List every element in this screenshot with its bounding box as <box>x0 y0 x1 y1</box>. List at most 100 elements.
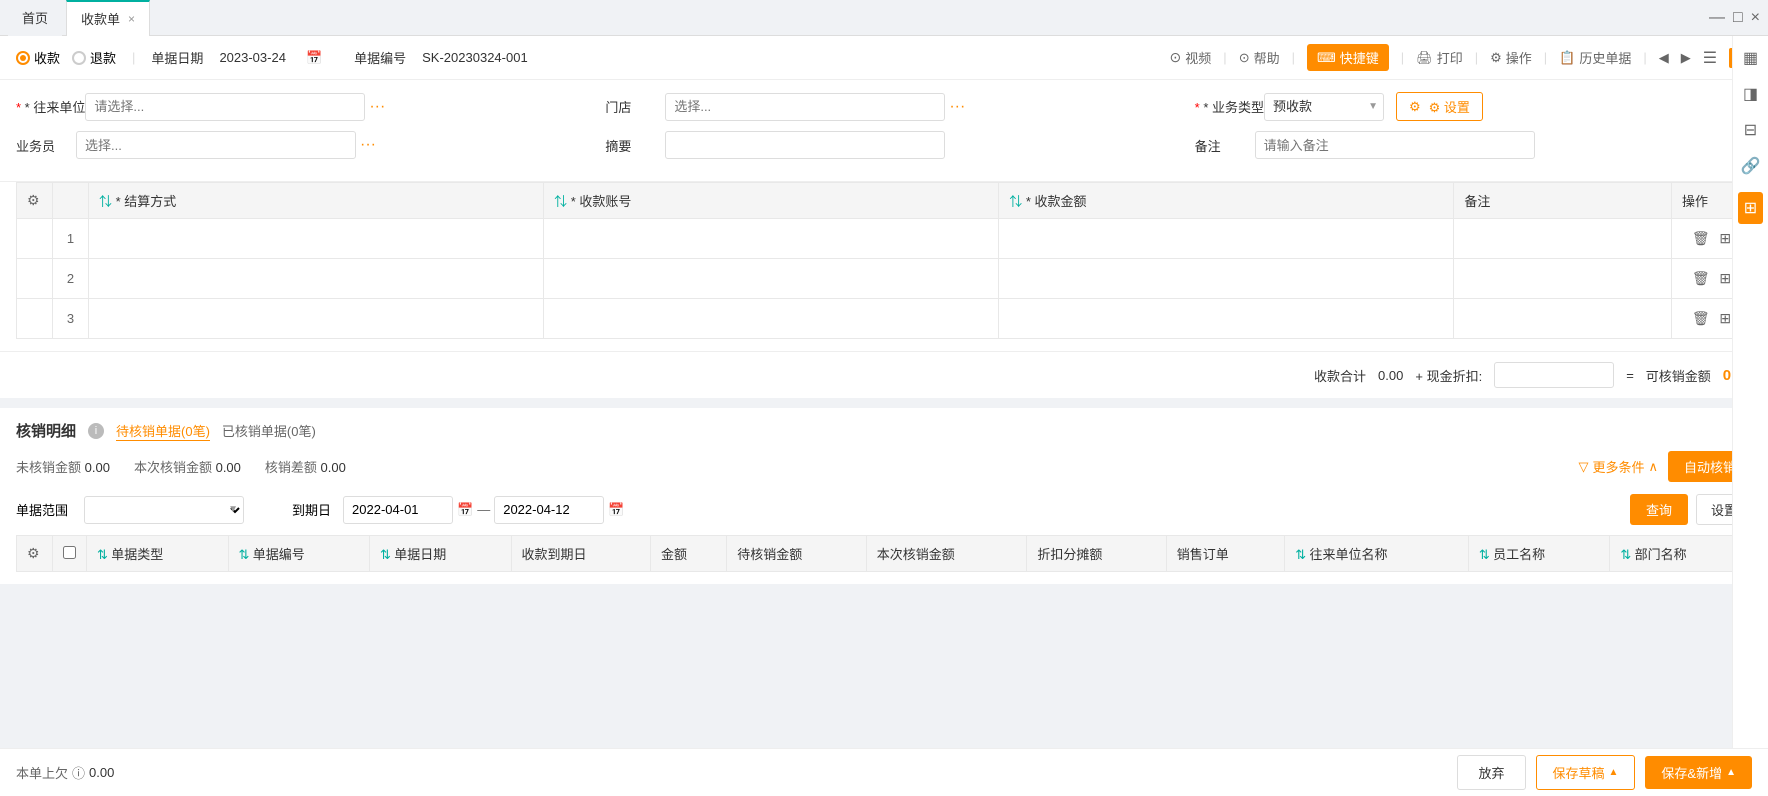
save-draft-button[interactable]: 保存草稿 ▲ <box>1536 755 1636 790</box>
row2-remarks[interactable] <box>1454 259 1672 299</box>
date-to-input[interactable] <box>494 496 604 524</box>
form-row-1: * 往来单位 ··· 门店 ··· * 业务类型 预收款 ▼ ⚙ ⚙ 设置 <box>16 92 1752 121</box>
this-order-value: 0.00 <box>89 765 114 780</box>
form-row-2: 业务员 ··· 摘要 备注 <box>16 131 1752 159</box>
row2-copy-icon[interactable]: ⊞ <box>1719 270 1731 286</box>
counterpart-field: * 往来单位 ··· <box>16 93 573 121</box>
bth-doc-date: ⇅ 单据日期 <box>370 536 512 572</box>
row1-delete-icon[interactable]: 🗑 <box>1692 230 1710 246</box>
action-history[interactable]: 📋 历史单据 <box>1559 48 1631 67</box>
staff-input[interactable] <box>76 131 356 159</box>
discount-label: + 现金折扣: <box>1415 366 1482 385</box>
table-settings-icon[interactable]: ⚙ <box>27 192 40 208</box>
chevron-up-icon: ∧ <box>1648 459 1658 475</box>
row1-account[interactable] <box>544 219 999 259</box>
store-more-icon[interactable]: ··· <box>949 98 965 116</box>
sidebar-icon-5[interactable]: ⊞ <box>1738 192 1763 224</box>
staff-more-icon[interactable]: ··· <box>360 136 376 154</box>
calendar-from-icon[interactable]: 📅 <box>457 502 473 518</box>
row1-remarks[interactable] <box>1454 219 1672 259</box>
query-button[interactable]: 查询 <box>1630 494 1688 525</box>
select-all-checkbox[interactable] <box>63 546 76 559</box>
calendar-icon[interactable]: 📅 <box>306 50 322 66</box>
nav-prev-icon[interactable]: ◀ <box>1659 50 1669 66</box>
radio-refund[interactable]: 退款 <box>72 48 116 67</box>
due-label: 到期日 <box>292 500 331 519</box>
window-max-icon[interactable]: □ <box>1733 9 1743 27</box>
radio-refund-label: 退款 <box>90 48 116 67</box>
row2-settlement[interactable] <box>89 259 544 299</box>
action-shortcut[interactable]: ⌨ 快捷键 <box>1307 44 1389 71</box>
bottom-settings-icon[interactable]: ⚙ <box>27 545 40 561</box>
action-video[interactable]: ⊙ 视频 <box>1170 48 1212 67</box>
radio-receive[interactable]: 收款 <box>16 48 60 67</box>
date-from-input[interactable] <box>343 496 453 524</box>
action-print[interactable]: 🖨 打印 <box>1416 48 1463 67</box>
row2-account[interactable] <box>544 259 999 299</box>
window-min-icon[interactable]: — <box>1709 9 1725 27</box>
tab-home-label: 首页 <box>22 8 48 27</box>
row3-settlement[interactable] <box>89 299 544 339</box>
sidebar-icon-3[interactable]: ⊟ <box>1744 120 1757 140</box>
save-new-button[interactable]: 保存&新增 ▲ <box>1645 756 1752 789</box>
nav-next-icon[interactable]: ▶ <box>1681 50 1691 66</box>
form-area: * 往来单位 ··· 门店 ··· * 业务类型 预收款 ▼ ⚙ ⚙ 设置 <box>0 80 1768 182</box>
row3-num: 3 <box>53 299 89 339</box>
th-settings: ⚙ <box>17 183 53 219</box>
pending-tab[interactable]: 待核销单据(0笔) <box>116 421 210 441</box>
tab-close-icon[interactable]: × <box>128 12 135 26</box>
row3-account[interactable] <box>544 299 999 339</box>
info-icon[interactable]: i <box>88 423 104 439</box>
row1-copy-icon[interactable]: ⊞ <box>1719 230 1731 246</box>
row3-delete-icon[interactable]: 🗑 <box>1692 310 1710 326</box>
settings-button[interactable]: ⚙ ⚙ 设置 <box>1396 92 1483 121</box>
row1-settlement[interactable] <box>89 219 544 259</box>
tab-active[interactable]: 收款单 × <box>66 0 150 36</box>
window-close-icon[interactable]: × <box>1751 9 1760 27</box>
tab-bar: 首页 收款单 × — □ × <box>0 0 1768 36</box>
row2-delete-icon[interactable]: 🗑 <box>1692 270 1710 286</box>
row3-copy-icon[interactable]: ⊞ <box>1719 310 1731 326</box>
more-conditions[interactable]: ▽ 更多条件 ∧ <box>1578 457 1658 476</box>
main-table: ⚙ ⇅ * 结算方式 ⇅ * 收款账号 ⇅ * 收款金额 备注 <box>16 182 1752 339</box>
th-amount: ⇅ * 收款金额 <box>999 183 1454 219</box>
row3-remarks[interactable] <box>1454 299 1672 339</box>
bth-checkbox <box>53 536 87 572</box>
discard-button[interactable]: 放弃 <box>1457 755 1525 790</box>
sidebar-icon-4[interactable]: 🔗 <box>1741 156 1761 176</box>
action-help[interactable]: ⊙ 帮助 <box>1239 48 1280 67</box>
footer: 本单上欠 ⓘ 0.00 放弃 保存草稿 ▲ 保存&新增 ▲ <box>0 748 1768 796</box>
row3-amount[interactable] <box>999 299 1454 339</box>
business-type-select[interactable]: 预收款 <box>1264 93 1384 121</box>
row1-amount[interactable] <box>999 219 1454 259</box>
shortcut-icon: ⌨ <box>1317 50 1336 66</box>
view-list-icon[interactable]: ☰ <box>1703 48 1717 68</box>
available-label: 可核销金额 <box>1646 366 1711 385</box>
counterpart-more-icon[interactable]: ··· <box>369 98 385 116</box>
counterpart-input[interactable] <box>85 93 365 121</box>
business-type-select-wrapper: 预收款 ▼ <box>1264 93 1384 121</box>
notes-input[interactable] <box>1255 131 1535 159</box>
bth-discount: 折扣分摊额 <box>1027 536 1166 572</box>
summary-input[interactable] <box>665 131 945 159</box>
store-input[interactable] <box>665 93 945 121</box>
business-type-label: * 业务类型 <box>1195 97 1264 116</box>
discount-input[interactable] <box>1494 362 1614 388</box>
date-label: 单据日期 <box>151 48 203 67</box>
range-select[interactable] <box>84 496 244 524</box>
calendar-to-icon[interactable]: 📅 <box>608 502 624 518</box>
footer-right: 放弃 保存草稿 ▲ 保存&新增 ▲ <box>1457 755 1752 790</box>
row1-num: 1 <box>53 219 89 259</box>
info-circle-icon[interactable]: ⓘ <box>72 763 85 782</box>
row2-amount[interactable] <box>999 259 1454 299</box>
radio-receive-dot <box>16 51 30 65</box>
footer-left: 本单上欠 ⓘ 0.00 <box>16 763 114 782</box>
action-operations[interactable]: ⚙ 操作 <box>1490 48 1532 67</box>
tab-home[interactable]: 首页 <box>8 0 62 36</box>
sidebar-icon-1[interactable]: ▦ <box>1743 48 1758 68</box>
done-tab[interactable]: 已核销单据(0笔) <box>222 421 316 440</box>
stats-row: 未核销金额 0.00 本次核销金额 0.00 核销差额 0.00 ▽ 更多条件 … <box>16 451 1752 482</box>
sidebar-icon-2[interactable]: ◨ <box>1743 84 1758 104</box>
total-label: 收款合计 <box>1314 366 1366 385</box>
row1-settings-cell <box>17 219 53 259</box>
